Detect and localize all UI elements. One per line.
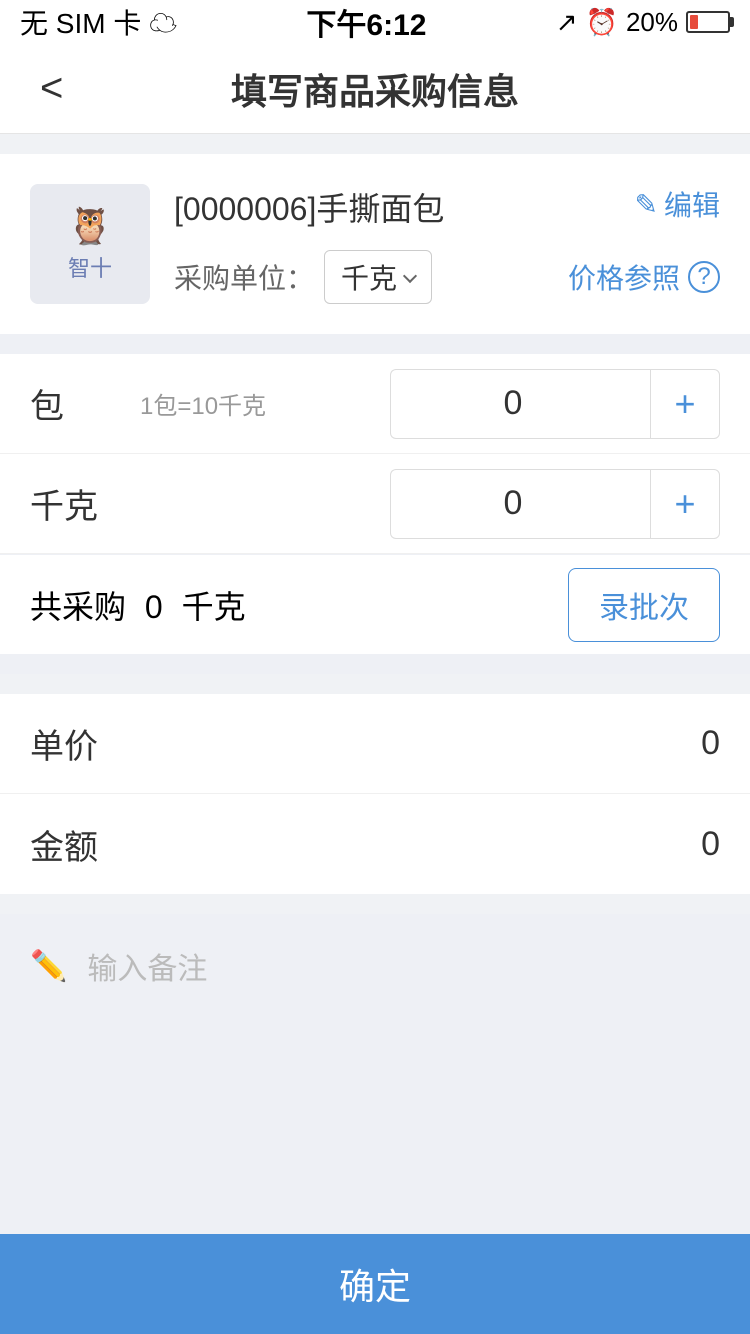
input-section: 包 1包=10千克 + 千克 + xyxy=(0,354,750,554)
confirm-label: 确定 xyxy=(339,1258,411,1310)
unit-price-value: 0 xyxy=(701,724,720,763)
bag-label: 包 xyxy=(30,379,130,428)
chevron-down-icon xyxy=(403,268,417,282)
amount-row: 金额 0 xyxy=(0,794,750,894)
separator-1 xyxy=(0,334,750,354)
edit-button[interactable]: ✎ 编辑 xyxy=(635,184,720,224)
total-label: 共采购 xyxy=(30,589,126,625)
total-amount: 0 xyxy=(145,589,163,625)
price-ref-button[interactable]: 价格参照 ? xyxy=(568,257,720,297)
battery-fill xyxy=(690,15,698,29)
unit-value: 千克 xyxy=(341,257,397,297)
no-sim-text: 无 SIM 卡 ☁ xyxy=(20,2,177,42)
total-row: 共采购 0 千克 录批次 xyxy=(0,554,750,654)
bag-sublabel: 1包=10千克 xyxy=(140,386,266,421)
bag-quantity-input[interactable] xyxy=(390,369,650,439)
note-placeholder: 输入备注 xyxy=(87,944,207,988)
unit-label: 采购单位： xyxy=(174,257,314,297)
amount-label: 金额 xyxy=(30,820,98,869)
price-ref-label: 价格参照 xyxy=(568,257,680,297)
battery-icon xyxy=(686,11,730,33)
kg-quantity-input[interactable] xyxy=(390,469,650,539)
total-text: 共采购 0 千克 xyxy=(30,582,246,628)
status-time: 下午6:12 xyxy=(306,0,426,44)
product-name: [0000006]手撕面包 xyxy=(174,184,635,230)
price-info-section: 单价 0 金额 0 xyxy=(0,694,750,894)
nav-bar: < 填写商品采购信息 xyxy=(0,44,750,134)
edit-icon: ✎ xyxy=(635,188,658,221)
product-thumbnail-text: 智十 xyxy=(68,251,112,283)
unit-price-label: 单价 xyxy=(30,719,98,768)
product-header: [0000006]手撕面包 ✎ 编辑 xyxy=(174,184,720,230)
kg-label: 千克 xyxy=(30,479,130,528)
help-icon[interactable]: ? xyxy=(688,261,720,293)
total-unit: 千克 xyxy=(182,589,246,625)
pencil-icon: ✏️ xyxy=(30,949,67,984)
status-right: ↗ ⏰ 20% xyxy=(556,7,730,38)
product-unit-row: 采购单位： 千克 价格参照 ? xyxy=(174,250,720,304)
product-info: [0000006]手撕面包 ✎ 编辑 采购单位： 千克 价格参照 ? xyxy=(174,184,720,304)
kg-plus-button[interactable]: + xyxy=(650,469,720,539)
location-icon: ↗ xyxy=(556,7,578,38)
product-image: 🦉 智十 xyxy=(30,184,150,304)
page-title: 填写商品采购信息 xyxy=(231,63,519,115)
battery-percent: 20% xyxy=(626,7,678,38)
kg-input-row: 千克 + xyxy=(0,454,750,554)
status-left: 无 SIM 卡 ☁ xyxy=(20,2,177,42)
record-batch-button[interactable]: 录批次 xyxy=(568,568,720,642)
edit-label: 编辑 xyxy=(664,184,720,224)
separator-2 xyxy=(0,654,750,674)
unit-select[interactable]: 千克 xyxy=(324,250,432,304)
confirm-button[interactable]: 确定 xyxy=(0,1234,750,1334)
status-bar: 无 SIM 卡 ☁ 下午6:12 ↗ ⏰ 20% xyxy=(0,0,750,44)
back-button[interactable]: < xyxy=(30,56,73,121)
kg-input-group: + xyxy=(390,469,720,539)
note-section[interactable]: ✏️ 输入备注 xyxy=(0,914,750,1018)
product-card: 🦉 智十 [0000006]手撕面包 ✎ 编辑 采购单位： 千克 价格参照 ? xyxy=(0,154,750,334)
unit-price-row: 单价 0 xyxy=(0,694,750,794)
alarm-icon: ⏰ xyxy=(586,7,618,38)
bag-plus-button[interactable]: + xyxy=(650,369,720,439)
product-thumbnail-icon: 🦉 xyxy=(68,205,113,247)
amount-value: 0 xyxy=(701,825,720,864)
bag-input-group: + xyxy=(390,369,720,439)
bag-input-row: 包 1包=10千克 + xyxy=(0,354,750,454)
